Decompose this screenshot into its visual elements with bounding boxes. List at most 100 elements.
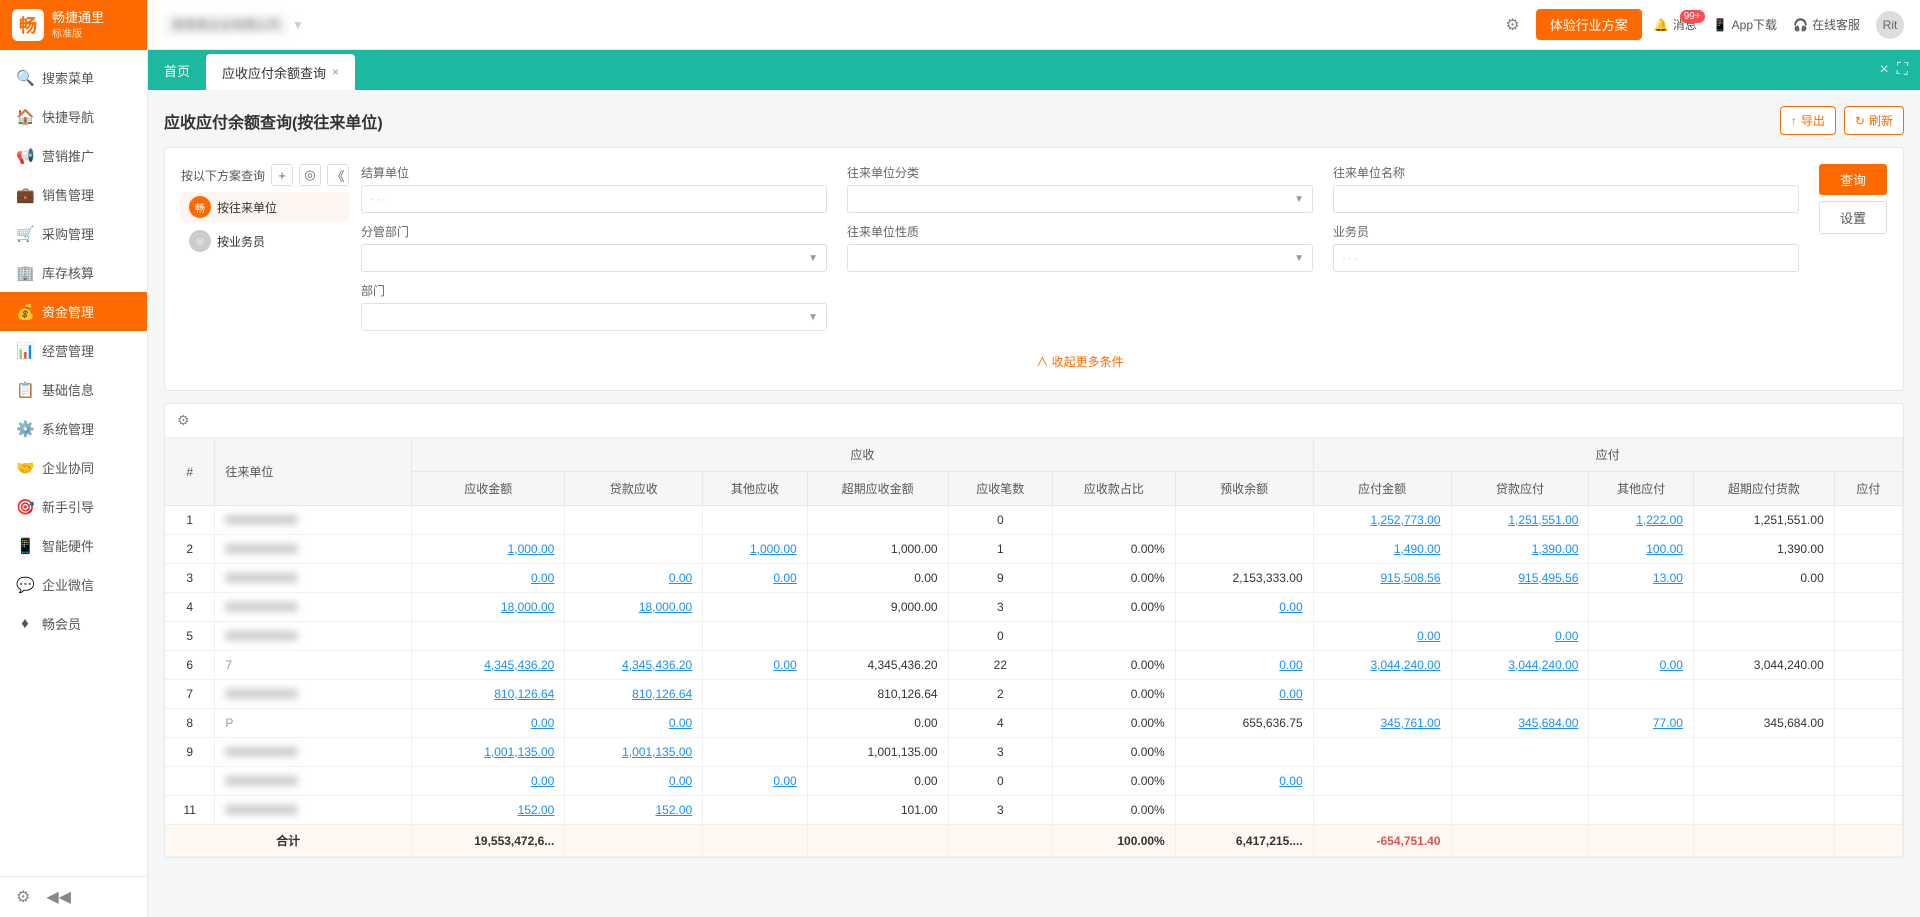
main-content: 应收应付余额查询(按往来单位) ↑ 导出 ↻ 刷新 按以下方案查询 — [148, 90, 1920, 917]
sidebar-item-operation[interactable]: 📊 经营管理 — [0, 331, 147, 370]
page-container: 应收应付余额查询(按往来单位) ↑ 导出 ↻ 刷新 按以下方案查询 — [148, 90, 1920, 874]
sidebar-item-search[interactable]: 🔍 搜索菜单 — [0, 58, 147, 97]
breadcrumb-chevron-icon: ▼ — [292, 18, 304, 32]
table-settings-icon[interactable]: ⚙ — [177, 412, 190, 429]
sidebar-item-quicknav[interactable]: 🏠 快捷导航 — [0, 97, 147, 136]
page-actions: ↑ 导出 ↻ 刷新 — [1780, 106, 1904, 135]
jiesuan-unit-input[interactable]: ··· — [361, 185, 827, 213]
sidebar-item-finance[interactable]: 💰 资金管理 — [0, 292, 147, 331]
partner-category-input[interactable]: ▼ — [847, 185, 1313, 213]
cell — [703, 622, 808, 651]
app-download-button[interactable]: 📱 App下载 — [1713, 16, 1777, 33]
row-partner-8: P — [215, 709, 412, 738]
cell: 0.00% — [1053, 767, 1176, 796]
dept-input[interactable]: ▼ — [361, 303, 827, 331]
cell: 0.00 — [703, 651, 808, 680]
salesman-input[interactable]: ··· — [1333, 244, 1799, 272]
sidebar-item-wechat[interactable]: 💬 企业微信 — [0, 565, 147, 604]
cell — [1834, 535, 1902, 564]
sidebar-item-sales[interactable]: 💼 销售管理 — [0, 175, 147, 214]
cell: 0.00% — [1053, 564, 1176, 593]
sidebar-item-member[interactable]: ♦ 畅会员 — [0, 604, 147, 643]
inventory-icon: 🏢 — [16, 264, 34, 282]
partner-nature-input[interactable]: ▼ — [847, 244, 1313, 272]
tab-close-icon[interactable]: × — [332, 65, 339, 79]
cell: 1,390.00 — [1693, 535, 1834, 564]
message-icon: 🔔 — [1654, 18, 1669, 32]
footer-yingfu-total: -654,751.40 — [1313, 825, 1451, 857]
sidebar-item-purchase[interactable]: 🛒 采购管理 — [0, 214, 147, 253]
filter-collapse-button[interactable]: 《 — [327, 164, 349, 186]
solution-button[interactable]: 体验行业方案 — [1536, 9, 1642, 40]
sidebar-item-guide[interactable]: 🎯 新手引导 — [0, 487, 147, 526]
filter-field-jiesuan: 结算单位 ··· — [361, 164, 827, 213]
cell — [1693, 738, 1834, 767]
system-icon: ⚙️ — [16, 420, 34, 438]
refresh-icon: ↻ — [1855, 114, 1865, 128]
table-row: 9 XXXXXXXXX 1,001,135.00 1,001,135.00 1,… — [165, 738, 1903, 767]
tab-fullscreen-icon[interactable]: ⛶ — [1897, 61, 1908, 79]
col-header-overdue-yingfu: 超期应付货款 — [1693, 472, 1834, 506]
filter-nav-partner[interactable]: 畅 按往来单位 — [181, 192, 349, 222]
sales-icon: 💼 — [16, 186, 34, 204]
online-service-button[interactable]: 🎧 在线客服 — [1793, 16, 1860, 33]
query-button[interactable]: 查询 — [1819, 164, 1887, 195]
cell — [1834, 593, 1902, 622]
purchase-icon: 🛒 — [16, 225, 34, 243]
collapse-more-button[interactable]: ∧ 收起更多条件 — [1032, 349, 1127, 374]
company-name: 某某某企业有限公司 — [164, 14, 288, 35]
fenguan-dept-input[interactable]: ▼ — [361, 244, 827, 272]
row-num-3: 3 — [165, 564, 215, 593]
settings-gear-icon[interactable]: ⚙ — [1501, 11, 1523, 39]
tab-home[interactable]: 首页 — [148, 50, 206, 90]
filter-scheme-label: 按以下方案查询 — [181, 167, 265, 184]
tab-close-all-icon[interactable]: × — [1879, 61, 1888, 79]
sidebar-item-inventory[interactable]: 🏢 库存核算 — [0, 253, 147, 292]
col-header-yingfu-group: 应付 — [1313, 438, 1902, 472]
footer-ratio: 100.00% — [1053, 825, 1176, 857]
home-icon: 🏠 — [16, 108, 34, 126]
user-avatar[interactable]: Rit — [1876, 11, 1904, 39]
cell: 0.00 — [412, 564, 565, 593]
filter-add-button[interactable]: + — [271, 164, 293, 186]
col-header-yingshou-group: 应收 — [412, 438, 1313, 472]
tab-yingshou-query[interactable]: 应收应付余额查询 × — [206, 54, 355, 90]
sidebar-item-system[interactable]: ⚙️ 系统管理 — [0, 409, 147, 448]
sidebar-item-hardware[interactable]: 📱 智能硬件 — [0, 526, 147, 565]
cell: 345,684.00 — [1693, 709, 1834, 738]
table-row: 4 XXXXXXXXX 18,000.00 18,000.00 9,000.00… — [165, 593, 1903, 622]
finance-icon: 💰 — [16, 303, 34, 321]
footer-settings-icon[interactable]: ⚙ — [16, 887, 30, 907]
sidebar-item-corp[interactable]: 🤝 企业协同 — [0, 448, 147, 487]
filter-target-button[interactable]: ◎ — [299, 164, 321, 186]
sidebar-item-basic[interactable]: 📋 基础信息 — [0, 370, 147, 409]
cell — [1834, 796, 1902, 825]
member-icon: ♦ — [16, 615, 34, 632]
filter-nav-salesman[interactable]: ◎ 按业务员 — [181, 226, 349, 256]
table-row: 3 XXXXXXXXX 0.00 0.00 0.00 0.00 9 0.00% … — [165, 564, 1903, 593]
col-header-yingshou-amount: 应收金额 — [412, 472, 565, 506]
cell — [1313, 680, 1451, 709]
export-icon: ↑ — [1791, 114, 1797, 128]
cell: 1,000.00 — [807, 535, 948, 564]
guide-icon: 🎯 — [16, 498, 34, 516]
cell — [1693, 593, 1834, 622]
filter-nav-partner-label: 按往来单位 — [217, 199, 277, 216]
message-button[interactable]: 🔔 消息 99+ — [1654, 16, 1697, 33]
refresh-button[interactable]: ↻ 刷新 — [1844, 106, 1904, 135]
cell: 915,495.56 — [1451, 564, 1589, 593]
cell — [703, 680, 808, 709]
sidebar-item-marketing[interactable]: 📢 营销推广 — [0, 136, 147, 175]
cell: 0.00% — [1053, 680, 1176, 709]
cell — [1693, 680, 1834, 709]
row-partner-7: XXXXXXXXX — [215, 680, 412, 709]
filter-nav: 畅 按往来单位 ◎ 按业务员 — [181, 192, 349, 256]
partner-name-input[interactable] — [1333, 185, 1799, 213]
cell — [1589, 767, 1694, 796]
cell — [565, 506, 703, 535]
table-row: 6 7 4,345,436.20 4,345,436.20 0.00 4,345… — [165, 651, 1903, 680]
footer-collapse-icon[interactable]: ◀◀ — [46, 887, 71, 907]
setting-button[interactable]: 设置 — [1819, 201, 1887, 234]
cell — [565, 622, 703, 651]
export-button[interactable]: ↑ 导出 — [1780, 106, 1836, 135]
